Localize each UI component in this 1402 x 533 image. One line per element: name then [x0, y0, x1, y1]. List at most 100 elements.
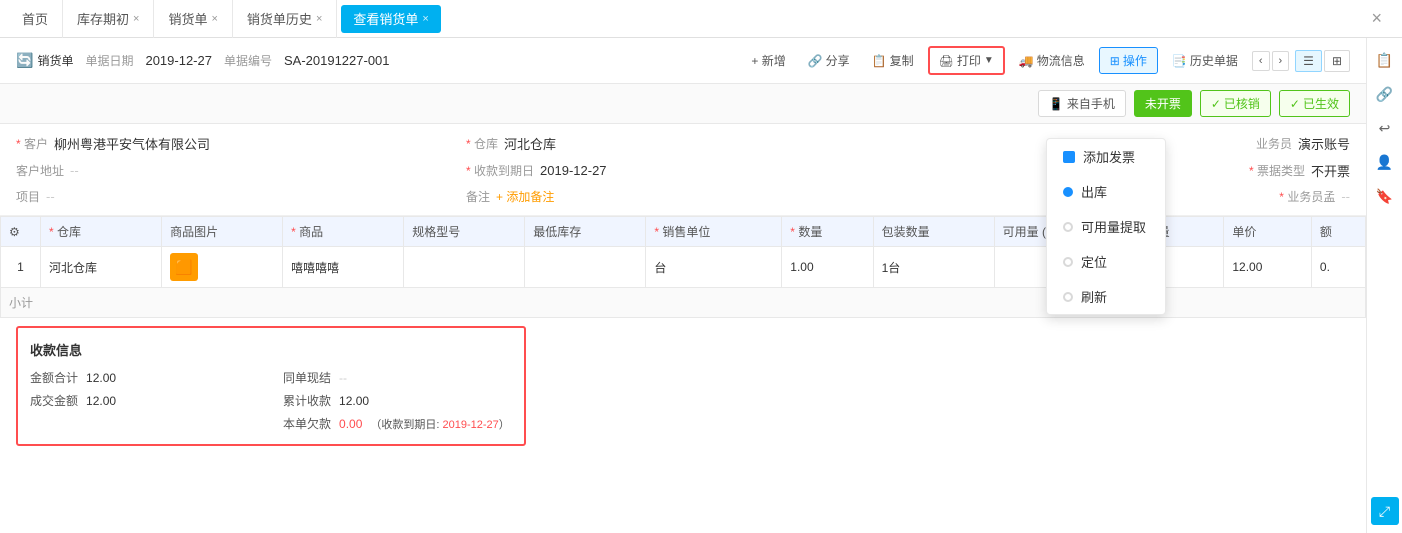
- same-order-value: --: [339, 371, 347, 385]
- history-icon: 📑: [1172, 54, 1187, 68]
- row-sales-unit: 台: [654, 261, 666, 275]
- logistics-button[interactable]: 🚚 物流信息: [1011, 48, 1093, 73]
- not-open-button[interactable]: 未开票: [1134, 90, 1192, 117]
- customer-label: * 客户: [16, 135, 48, 152]
- payment-arrears: 本单欠款 0.00 （收款到期日: 2019-12-27）: [283, 415, 512, 432]
- confirmed-button[interactable]: ✓ 已核销: [1200, 90, 1271, 117]
- col-unit-price: 单价: [1224, 217, 1312, 247]
- menu-item-add-invoice[interactable]: 添加发票: [1047, 139, 1165, 174]
- row-warehouse: 河北仓库: [49, 261, 97, 275]
- row-quantity: 1.00: [790, 260, 813, 274]
- col-min-stock: 最低库存: [525, 217, 646, 247]
- share-button[interactable]: 🔗 分享: [800, 48, 858, 73]
- right-sidebar: 📋 🔗 ↩ 👤 🔖 ⤢: [1366, 38, 1402, 533]
- payment-cumulative: 累计收款 12.00: [283, 392, 512, 409]
- staff-label: 业务员: [1256, 135, 1292, 152]
- radio-filled-icon: [1063, 187, 1073, 197]
- menu-item-refresh[interactable]: 刷新: [1047, 279, 1165, 314]
- ticket-type-label: * 票据类型: [1249, 162, 1305, 179]
- project-value: --: [46, 189, 55, 204]
- print-dropdown-arrow[interactable]: ▼: [984, 55, 994, 66]
- payment-same-order: 同单现结 --: [283, 369, 512, 386]
- logistics-icon: 🚚: [1019, 54, 1034, 68]
- view-toggle: ☰ ⊞: [1295, 50, 1350, 72]
- warehouse-label: * 仓库: [466, 135, 498, 152]
- row-num: 1: [17, 260, 24, 274]
- tab-sales-history[interactable]: 销货单历史 ×: [233, 0, 337, 38]
- prev-button[interactable]: ‹: [1252, 51, 1270, 71]
- cumulative-label: 累计收款: [283, 392, 331, 409]
- col-amount: 额: [1311, 217, 1365, 247]
- doc-type-icon: 🔄 销货单: [16, 52, 73, 69]
- copy-icon: 📋: [872, 54, 887, 68]
- sidebar-icon-3[interactable]: ↩: [1371, 114, 1399, 142]
- col-settings[interactable]: ⚙: [1, 217, 41, 247]
- menu-item-locate[interactable]: 定位: [1047, 244, 1165, 279]
- from-phone-button[interactable]: 📱 来自手机: [1038, 90, 1126, 117]
- row-unit-price: 12.00: [1232, 260, 1262, 274]
- address-value: --: [70, 163, 79, 178]
- tab-sales-history-close[interactable]: ×: [316, 13, 322, 25]
- warehouse-field: * 仓库 河北仓库: [466, 134, 900, 153]
- payment-total: 金额合计 12.00: [30, 369, 259, 386]
- due-date-field: * 收款到期日 2019-12-27: [466, 162, 900, 179]
- check-icon: ✓: [1211, 97, 1221, 111]
- effective-button[interactable]: ✓ 已生效: [1279, 90, 1350, 117]
- row-pack-qty: 1台: [882, 261, 901, 275]
- address-field: 客户地址 --: [16, 162, 450, 179]
- global-close[interactable]: ×: [1359, 8, 1394, 29]
- tab-inventory[interactable]: 库存期初 ×: [63, 0, 154, 38]
- copy-button[interactable]: 📋 复制: [864, 48, 922, 73]
- payment-section: 收款信息 金额合计 12.00 同单现结 -- 成交金额 12.00: [16, 326, 526, 446]
- tab-home[interactable]: 首页: [8, 0, 63, 38]
- tab-sales[interactable]: 销货单 ×: [154, 0, 232, 38]
- sales-staff-label: * 业务员孟: [1279, 188, 1335, 205]
- arrears-value: 0.00: [339, 417, 362, 431]
- address-label: 客户地址: [16, 162, 64, 179]
- doc-header: 🔄 销货单 单据日期 2019-12-27 单据编号 SA-20191227-0…: [0, 38, 1366, 84]
- add-note-button[interactable]: + 添加备注: [496, 188, 554, 205]
- print-button[interactable]: 🖨 打印 ▼: [931, 49, 1002, 72]
- sidebar-icon-4[interactable]: 👤: [1371, 148, 1399, 176]
- project-field: 项目 --: [16, 188, 450, 205]
- number-label: 单据编号: [224, 52, 272, 69]
- project-label: 项目: [16, 188, 40, 205]
- row-product: 嘻嘻嘻嘻: [291, 261, 339, 275]
- col-product: * 商品: [283, 217, 404, 247]
- due-date-note: （收款到期日: 2019-12-27）: [370, 416, 509, 432]
- date-value: 2019-12-27: [145, 53, 212, 68]
- radio-empty-icon-3: [1063, 292, 1073, 302]
- col-spec: 规格型号: [404, 217, 525, 247]
- grid-view-button[interactable]: ⊞: [1324, 50, 1350, 72]
- sidebar-icon-5[interactable]: 🔖: [1371, 182, 1399, 210]
- number-value: SA-20191227-001: [284, 53, 390, 68]
- sidebar-icon-1[interactable]: 📋: [1371, 46, 1399, 74]
- operate-button[interactable]: ⊞ 操作: [1099, 47, 1158, 74]
- tab-check-sales[interactable]: 查看销货单 ×: [341, 5, 440, 33]
- due-date-label: * 收款到期日: [466, 162, 534, 179]
- sidebar-icon-expand[interactable]: ⤢: [1371, 497, 1399, 525]
- cumulative-value: 12.00: [339, 394, 369, 408]
- same-order-label: 同单现结: [283, 369, 331, 386]
- staff-value: 演示账号: [1298, 134, 1350, 153]
- row-amount: 0.: [1320, 260, 1330, 274]
- ticket-type-value: 不开票: [1311, 161, 1350, 180]
- tab-check-sales-close[interactable]: ×: [422, 13, 428, 25]
- col-warehouse: * 仓库: [41, 217, 162, 247]
- menu-item-available[interactable]: 可用量提取: [1047, 209, 1165, 244]
- next-button[interactable]: ›: [1272, 51, 1290, 71]
- tab-sales-close[interactable]: ×: [211, 13, 217, 25]
- radio-empty-icon: [1063, 222, 1073, 232]
- payment-transaction: 成交金额 12.00: [30, 392, 259, 409]
- settings-icon: ⚙: [9, 225, 20, 239]
- list-view-button[interactable]: ☰: [1295, 50, 1322, 72]
- menu-item-outbound[interactable]: 出库: [1047, 174, 1165, 209]
- history-button[interactable]: 📑 历史单据: [1164, 48, 1246, 73]
- sidebar-icon-2[interactable]: 🔗: [1371, 80, 1399, 108]
- radio-empty-icon-2: [1063, 257, 1073, 267]
- col-sales-unit: * 销售单位: [646, 217, 782, 247]
- checkbox-icon: [1063, 151, 1075, 163]
- tab-inventory-close[interactable]: ×: [133, 13, 139, 25]
- new-button[interactable]: + 新增: [743, 48, 793, 73]
- col-quantity: * 数量: [782, 217, 873, 247]
